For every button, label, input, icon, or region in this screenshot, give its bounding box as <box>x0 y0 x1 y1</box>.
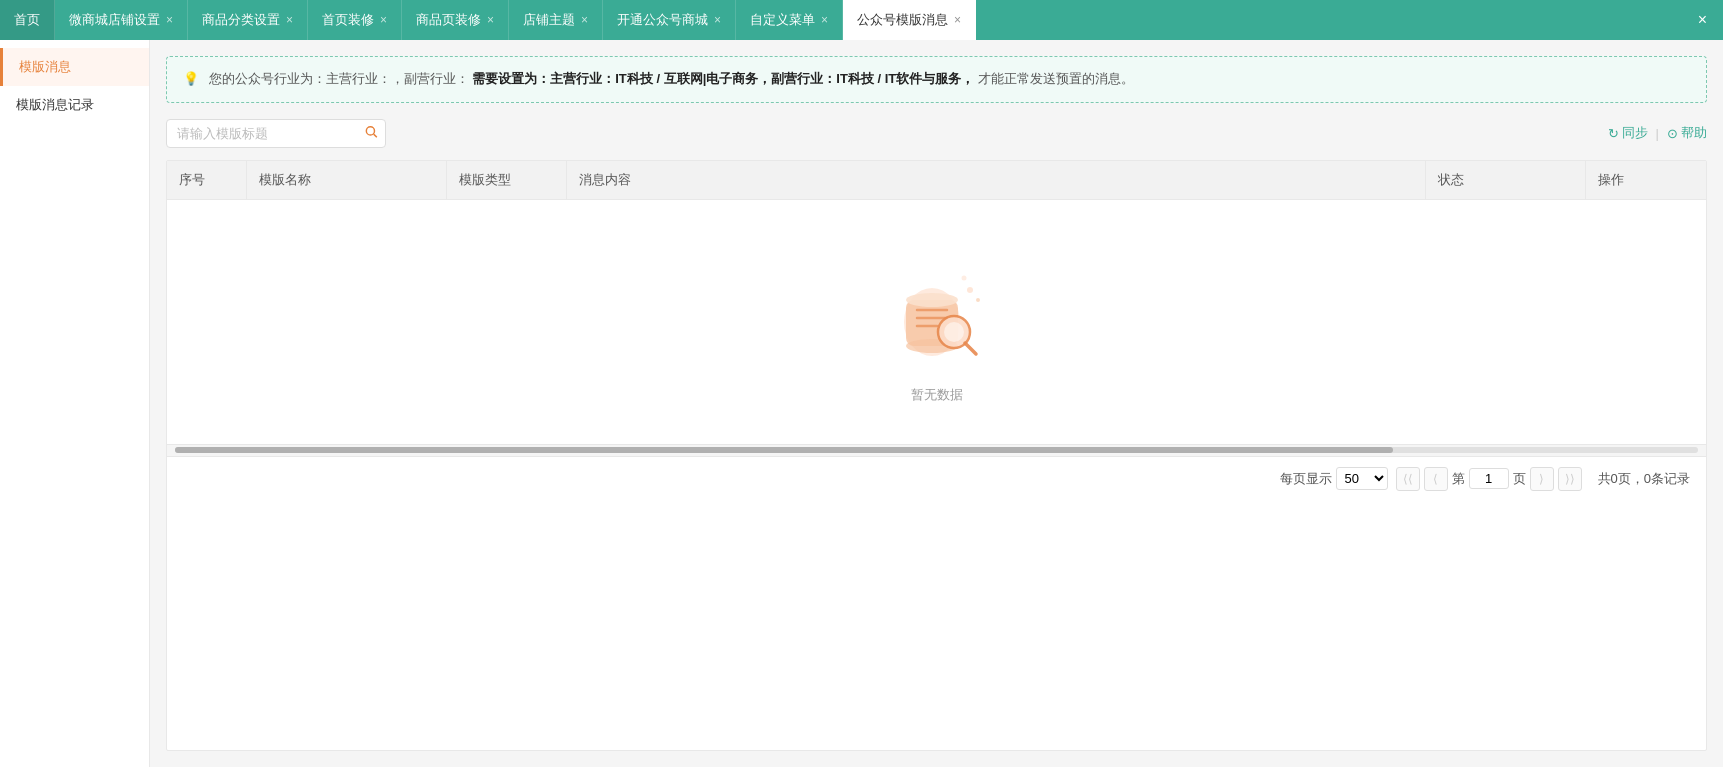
th-index: 序号 <box>167 161 247 199</box>
notice-highlight: 需要设置为：主营行业：IT科技 / 互联网|电子商务，副营行业：IT科技 / I… <box>472 71 974 86</box>
empty-text: 暂无数据 <box>911 386 963 404</box>
page-prefix-label: 第 <box>1452 470 1465 488</box>
svg-point-10 <box>944 322 964 342</box>
svg-point-14 <box>961 275 966 280</box>
per-page-select: 每页显示 50 10 20 100 <box>1280 467 1388 490</box>
tab-wsc-store[interactable]: 微商城店铺设置 × <box>55 0 188 40</box>
tab-product-page-label: 商品页装修 <box>416 11 481 29</box>
notice-suffix: 才能正常发送预置的消息。 <box>978 71 1134 86</box>
empty-state: 暂无数据 <box>167 200 1706 444</box>
tab-home-decor-label: 首页装修 <box>322 11 374 29</box>
tab-product-page[interactable]: 商品页装修 × <box>402 0 509 40</box>
tab-open-mall[interactable]: 开通公众号商城 × <box>603 0 736 40</box>
scrollbar-area[interactable] <box>167 444 1706 456</box>
svg-point-0 <box>366 127 374 135</box>
pagination: 每页显示 50 10 20 100 ⟨⟨ ⟨ 第 <box>167 456 1706 501</box>
search-divider: | <box>1656 126 1659 141</box>
sidebar-item-template-msg[interactable]: 模版消息 <box>0 48 149 86</box>
page-nav: ⟨⟨ ⟨ 第 页 ⟩ ⟩⟩ <box>1396 467 1582 491</box>
th-name: 模版名称 <box>247 161 447 199</box>
sidebar: 模版消息 模版消息记录 <box>0 40 150 767</box>
per-page-dropdown[interactable]: 50 10 20 100 <box>1336 467 1388 490</box>
tab-store-theme[interactable]: 店铺主题 × <box>509 0 603 40</box>
tab-custom-menu-close[interactable]: × <box>821 13 828 27</box>
data-table: 序号 模版名称 模版类型 消息内容 状态 操作 <box>166 160 1707 751</box>
tab-product-category[interactable]: 商品分类设置 × <box>188 0 308 40</box>
empty-illustration <box>882 260 992 370</box>
tab-home-decor-close[interactable]: × <box>380 13 387 27</box>
search-left <box>166 119 386 148</box>
page-number-input[interactable] <box>1469 468 1509 489</box>
main-content: 💡 您的公众号行业为：主营行业：，副营行业： 需要设置为：主营行业：IT科技 /… <box>150 40 1723 767</box>
tab-wsc-store-label: 微商城店铺设置 <box>69 11 160 29</box>
help-icon: ⊙ <box>1667 126 1678 141</box>
tab-open-mall-label: 开通公众号商城 <box>617 11 708 29</box>
next-page-icon: ⟩ <box>1539 472 1544 486</box>
per-page-label: 每页显示 <box>1280 470 1332 488</box>
next-page-button[interactable]: ⟩ <box>1530 467 1554 491</box>
tab-template-msg-close[interactable]: × <box>954 13 961 27</box>
th-type: 模版类型 <box>447 161 567 199</box>
total-info: 共0页，0条记录 <box>1598 470 1690 488</box>
prev-page-button[interactable]: ⟨ <box>1424 467 1448 491</box>
search-icon[interactable] <box>364 125 378 142</box>
notice-icon: 💡 <box>183 71 199 86</box>
notice-prefix: 您的公众号行业为：主营行业：，副营行业： <box>209 71 469 86</box>
svg-point-13 <box>976 298 980 302</box>
tab-product-page-close[interactable]: × <box>487 13 494 27</box>
help-label: 帮助 <box>1681 124 1707 142</box>
tab-bar-close-all[interactable]: × <box>1682 11 1723 29</box>
notice-box: 💡 您的公众号行业为：主营行业：，副营行业： 需要设置为：主营行业：IT科技 /… <box>166 56 1707 103</box>
tab-home-decor[interactable]: 首页装修 × <box>308 0 402 40</box>
th-content: 消息内容 <box>567 161 1426 199</box>
tab-home[interactable]: 首页 <box>0 0 55 40</box>
tab-home-label: 首页 <box>14 11 40 29</box>
tab-custom-menu[interactable]: 自定义菜单 × <box>736 0 843 40</box>
first-page-icon: ⟨⟨ <box>1403 472 1413 486</box>
last-page-icon: ⟩⟩ <box>1565 472 1575 486</box>
tab-open-mall-close[interactable]: × <box>714 13 721 27</box>
sidebar-item-template-record-label: 模版消息记录 <box>16 97 94 112</box>
sync-button[interactable]: ↻ 同步 <box>1608 124 1648 142</box>
last-page-button[interactable]: ⟩⟩ <box>1558 467 1582 491</box>
svg-point-7 <box>906 293 958 307</box>
sidebar-item-template-msg-label: 模版消息 <box>19 59 71 74</box>
tab-store-theme-label: 店铺主题 <box>523 11 575 29</box>
layout: 模版消息 模版消息记录 💡 您的公众号行业为：主营行业：，副营行业： 需要设置为… <box>0 40 1723 767</box>
search-input-wrap <box>166 119 386 148</box>
tab-product-category-label: 商品分类设置 <box>202 11 280 29</box>
table-header: 序号 模版名称 模版类型 消息内容 状态 操作 <box>167 161 1706 200</box>
svg-line-1 <box>374 134 377 137</box>
page-suffix-label: 页 <box>1513 470 1526 488</box>
search-input[interactable] <box>166 119 386 148</box>
sync-label: 同步 <box>1622 124 1648 142</box>
search-bar: ↻ 同步 | ⊙ 帮助 <box>166 119 1707 148</box>
tab-custom-menu-label: 自定义菜单 <box>750 11 815 29</box>
tab-template-msg[interactable]: 公众号模版消息 × <box>843 0 976 40</box>
first-page-button[interactable]: ⟨⟨ <box>1396 467 1420 491</box>
sidebar-item-template-record[interactable]: 模版消息记录 <box>0 86 149 124</box>
help-button[interactable]: ⊙ 帮助 <box>1667 124 1707 142</box>
th-status: 状态 <box>1426 161 1586 199</box>
tab-bar: 首页 微商城店铺设置 × 商品分类设置 × 首页装修 × 商品页装修 × 店铺主… <box>0 0 1723 40</box>
scrollbar-track[interactable] <box>175 447 1698 453</box>
svg-point-12 <box>967 287 973 293</box>
tab-template-msg-label: 公众号模版消息 <box>857 11 948 29</box>
prev-page-icon: ⟨ <box>1433 472 1438 486</box>
svg-line-11 <box>965 343 976 354</box>
search-right: ↻ 同步 | ⊙ 帮助 <box>1608 124 1707 142</box>
scrollbar-thumb[interactable] <box>175 447 1393 453</box>
th-action: 操作 <box>1586 161 1706 199</box>
tab-store-theme-close[interactable]: × <box>581 13 588 27</box>
tab-wsc-store-close[interactable]: × <box>166 13 173 27</box>
sync-icon: ↻ <box>1608 126 1619 141</box>
tab-product-category-close[interactable]: × <box>286 13 293 27</box>
